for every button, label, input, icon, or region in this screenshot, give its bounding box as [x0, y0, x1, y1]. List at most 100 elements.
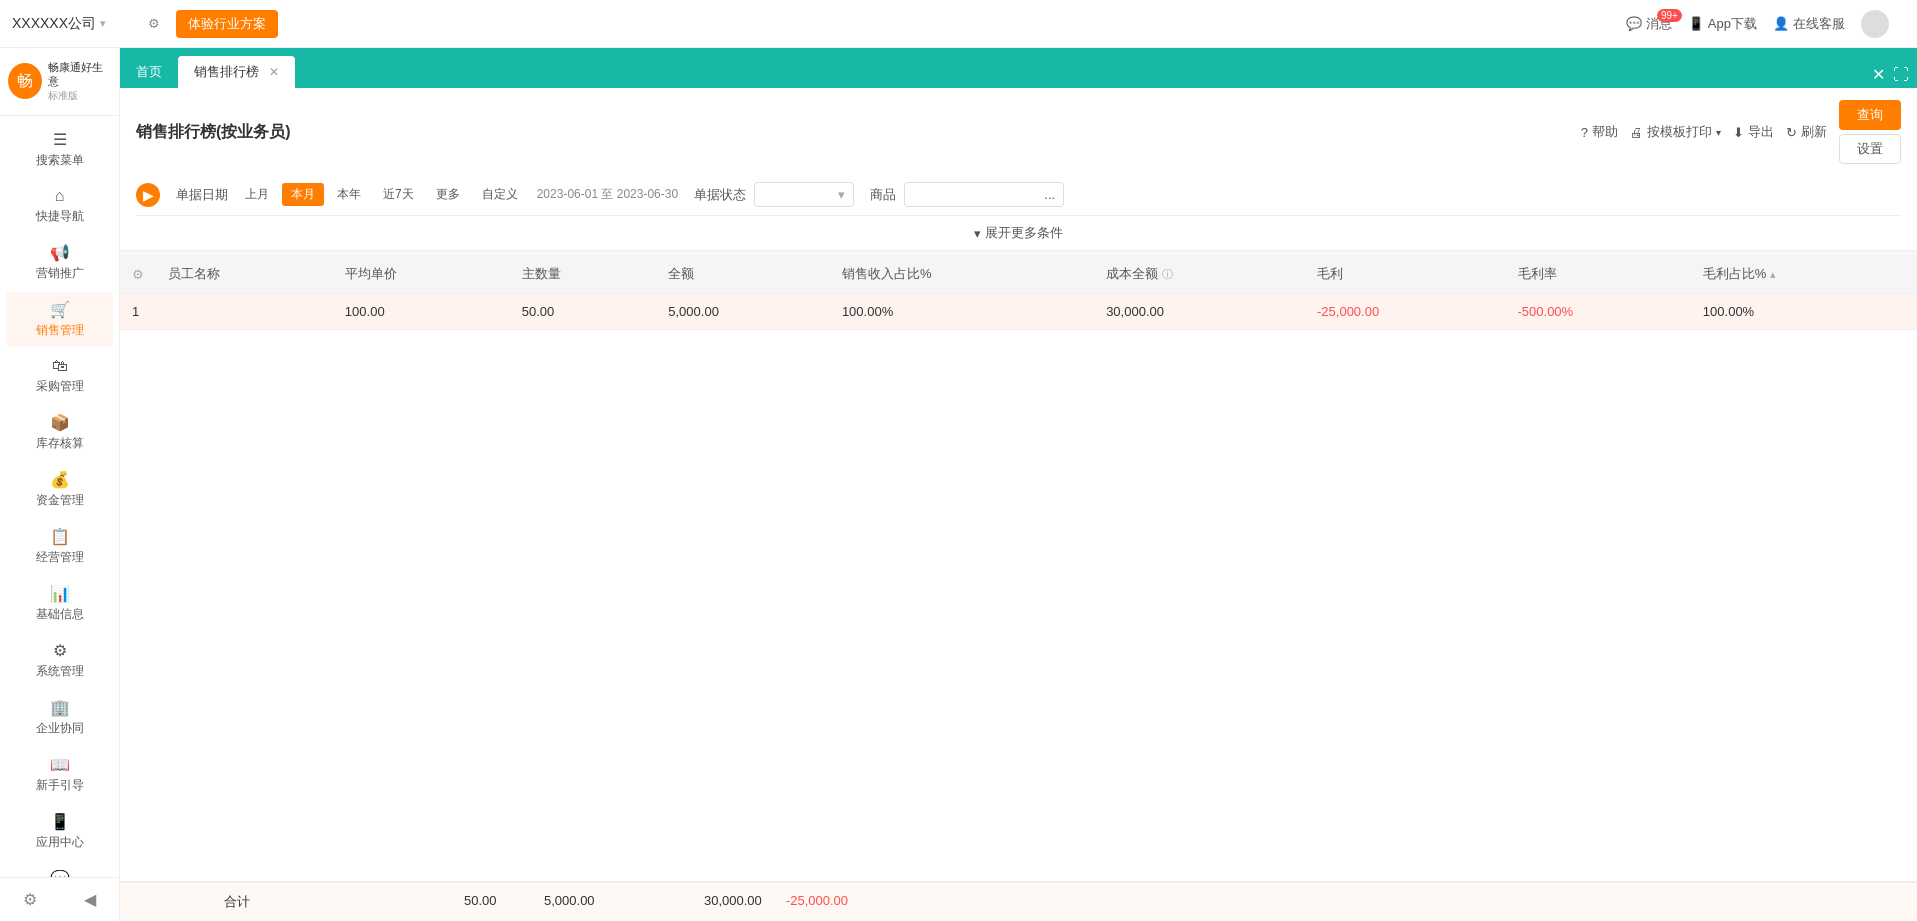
page-actions: ? 帮助 🖨 按模板打印 ▾ ⬇ 导出 ↻ [1581, 100, 1901, 164]
company-settings-btn[interactable]: ⚙ [140, 10, 168, 38]
goods-more-icon[interactable]: ... [1044, 187, 1055, 202]
sidebar-item-inventory[interactable]: 📦 库存核算 [6, 405, 113, 460]
page-header: 销售排行榜(按业务员) ? 帮助 🖨 按模板打印 ▾ ⬇ [120, 88, 1917, 251]
tab-fullscreen-icon[interactable]: ⛶ [1893, 66, 1909, 84]
date-filter-tabs: 上月 本月 本年 近7天 更多 自定义 [236, 183, 527, 206]
export-button[interactable]: ⬇ 导出 [1733, 123, 1774, 141]
print-icon: 🖨 [1630, 125, 1643, 140]
footer-gross-pct [940, 893, 1020, 911]
tab-home[interactable]: 首页 [120, 56, 178, 88]
messages-button[interactable]: 💬 消息 99+ [1626, 15, 1672, 33]
expand-more-row[interactable]: ▾ 展开更多条件 [136, 215, 1901, 250]
status-filter-select[interactable]: ▾ [754, 182, 854, 207]
company-selector[interactable]: XXXXXX公司 ▾ [12, 15, 132, 33]
tab-bar-actions: ✕ ⛶ [1872, 65, 1917, 88]
settings-button[interactable]: 设置 [1839, 134, 1901, 164]
user-avatar[interactable] [1861, 10, 1889, 38]
sidebar-item-finance[interactable]: 💰 资金管理 [6, 462, 113, 517]
top-right-area: 💬 消息 99+ 📱 App下载 👤 在线客服 [1626, 10, 1905, 38]
sales-icon: 🛒 [50, 300, 70, 319]
message-icon: 💬 [1626, 16, 1642, 31]
date-tab-custom[interactable]: 自定义 [473, 183, 527, 206]
sidebar-settings-btn[interactable]: ⚙ [15, 886, 45, 913]
trial-industry-button[interactable]: 体验行业方案 [176, 10, 278, 38]
refresh-button[interactable]: ↻ 刷新 [1786, 123, 1827, 141]
help-label: 帮助 [1592, 123, 1618, 141]
marketing-icon: 📢 [50, 243, 70, 262]
sidebar-collapse-btn[interactable]: ◀ [76, 886, 104, 913]
tab-sales-rank[interactable]: 销售排行榜 ✕ [178, 56, 295, 88]
guide-icon: 📖 [50, 755, 70, 774]
col-gross-pct: 毛利占比% ▴ [1691, 255, 1917, 294]
sidebar-footer: ⚙ ◀ [0, 877, 119, 921]
finance-icon: 💰 [50, 470, 70, 489]
system-icon: ⚙ [53, 641, 67, 660]
page-title: 销售排行榜(按业务员) [136, 122, 291, 143]
page-content: 销售排行榜(按业务员) ? 帮助 🖨 按模板打印 ▾ ⬇ [120, 88, 1917, 921]
export-label: 导出 [1748, 123, 1774, 141]
goods-filter-label: 商品 [870, 186, 896, 204]
sidebar-item-label: 销售管理 [36, 322, 84, 339]
table-body: 1 100.00 50.00 5,000.00 100.00% 30,000.0… [120, 294, 1917, 330]
tab-close-icon[interactable]: ✕ [269, 65, 279, 79]
top-header: XXXXXX公司 ▾ ⚙ 体验行业方案 💬 消息 99+ 📱 App下载 👤 在… [0, 0, 1917, 48]
sidebar-item-operation[interactable]: 📋 经营管理 [6, 519, 113, 574]
company-name: XXXXXX公司 [12, 15, 96, 33]
expand-more-label: 展开更多条件 [985, 224, 1063, 242]
table-column-settings-icon[interactable]: ⚙ [132, 267, 144, 282]
filter-row: ▶ 单据日期 上月 本月 本年 近7天 更多 自定义 2023-06-01 至 … [136, 174, 1901, 215]
date-tab-more[interactable]: 更多 [427, 183, 469, 206]
sidebar-item-label: 系统管理 [36, 663, 84, 680]
footer-cost: 30,000.00 [692, 893, 774, 911]
date-tab-this-month[interactable]: 本月 [282, 183, 324, 206]
app-download-button[interactable]: 📱 App下载 [1688, 15, 1757, 33]
cell-gross: -25,000.00 [1305, 294, 1506, 330]
template-print-button[interactable]: 🖨 按模板打印 ▾ [1630, 123, 1721, 141]
online-service-button[interactable]: 👤 在线客服 [1773, 15, 1845, 33]
date-tab-7days[interactable]: 近7天 [374, 183, 423, 206]
content-area: 首页 销售排行榜 ✕ ✕ ⛶ 销售排行榜(按业务员) ? 帮助 [120, 48, 1917, 921]
tab-close-window-icon[interactable]: ✕ [1872, 65, 1885, 84]
col-gross-rate: 毛利率 [1506, 255, 1691, 294]
sidebar-item-quick-nav[interactable]: ⌂ 快捷导航 [6, 179, 113, 233]
sidebar-item-sales[interactable]: 🛒 销售管理 [6, 292, 113, 347]
footer-spacer [132, 893, 212, 911]
filter-expand-btn[interactable]: ▶ [136, 183, 160, 207]
sidebar-item-collab[interactable]: 🏢 企业协同 [6, 690, 113, 745]
query-button[interactable]: 查询 [1839, 100, 1901, 130]
date-tab-last-month[interactable]: 上月 [236, 183, 278, 206]
goods-filter-select[interactable]: ... [904, 182, 1064, 207]
main-layout: 畅 畅康通好生意 标准版 ☰ 搜索菜单 ⌂ 快捷导航 📢 营销推广 🛒 销 [0, 48, 1917, 921]
message-badge: 99+ [1657, 9, 1682, 22]
sidebar-item-system[interactable]: ⚙ 系统管理 [6, 633, 113, 688]
sidebar-item-marketing[interactable]: 📢 营销推广 [6, 235, 113, 290]
basic-info-icon: 📊 [50, 584, 70, 603]
sidebar-item-basic-info[interactable]: 📊 基础信息 [6, 576, 113, 631]
cell-avg-price: 100.00 [333, 294, 510, 330]
footer-avg-price [372, 893, 452, 911]
cell-name [156, 294, 333, 330]
sidebar-item-purchase[interactable]: 🛍 采购管理 [6, 349, 113, 403]
sidebar-item-guide[interactable]: 📖 新手引导 [6, 747, 113, 802]
data-table: ⚙ 员工名称 平均单价 主数量 全额 销售收入占比% 成本全额 ⓘ 毛利 [120, 255, 1917, 330]
sidebar-item-search-menu[interactable]: ☰ 搜索菜单 [6, 122, 113, 177]
collab-icon: 🏢 [50, 698, 70, 717]
logo-line1: 畅康通好生意 [48, 60, 111, 89]
refresh-icon: ↻ [1786, 125, 1797, 140]
sidebar-item-app-center[interactable]: 📱 应用中心 [6, 804, 113, 859]
help-button[interactable]: ? 帮助 [1581, 123, 1618, 141]
wechat-icon: 💬 [50, 869, 70, 877]
col-gross: 毛利 [1305, 255, 1506, 294]
sidebar-item-label: 资金管理 [36, 492, 84, 509]
expand-more-chevron-icon: ▾ [974, 226, 981, 241]
date-tab-this-year[interactable]: 本年 [328, 183, 370, 206]
sidebar-item-label: 应用中心 [36, 834, 84, 851]
filter-goods-group: 商品 ... [870, 182, 1064, 207]
status-chevron-icon: ▾ [838, 187, 845, 202]
tab-bar: 首页 销售排行榜 ✕ ✕ ⛶ [120, 48, 1917, 88]
filter-status-group: 单据状态 ▾ [694, 182, 854, 207]
sidebar-item-label: 经营管理 [36, 549, 84, 566]
cell-gross-rate: -500.00% [1506, 294, 1691, 330]
col-avg-price: 平均单价 [333, 255, 510, 294]
sidebar-item-wechat[interactable]: 💬 企业微信 [6, 861, 113, 877]
